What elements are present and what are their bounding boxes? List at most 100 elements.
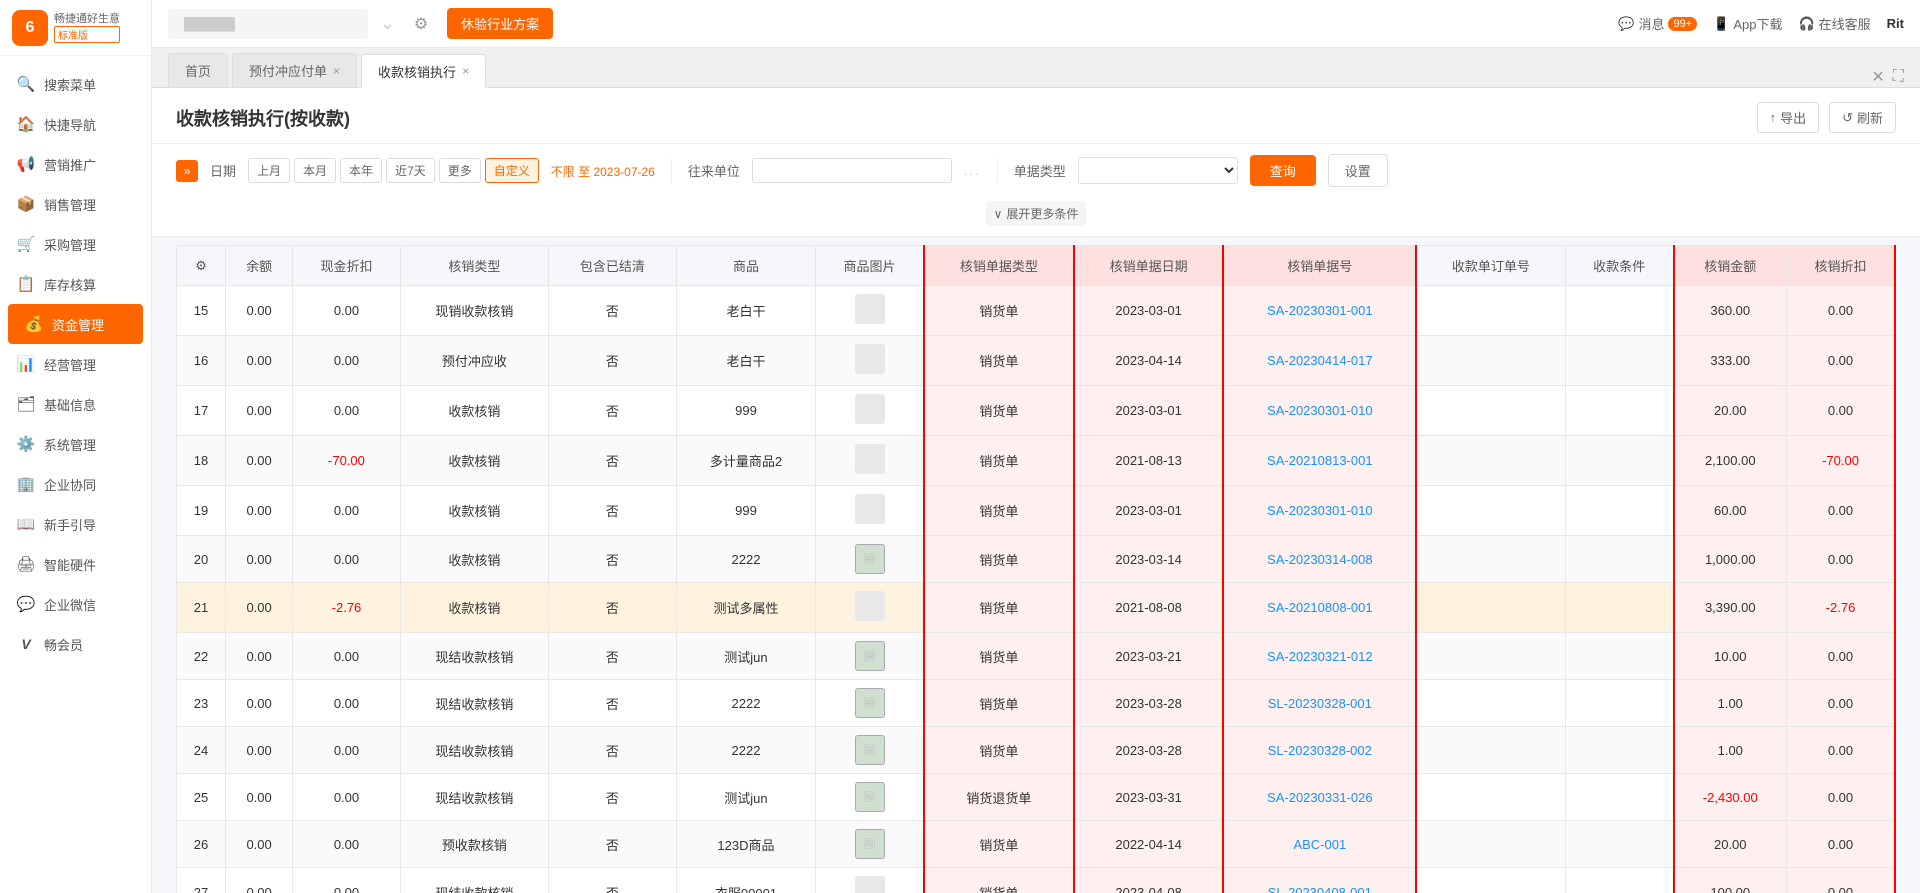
sidebar-item-search[interactable]: 🔍 搜索菜单 xyxy=(0,64,151,104)
close-all-button[interactable]: ✕ xyxy=(1871,67,1884,87)
cell-bill-no[interactable]: SA-20230331-026 xyxy=(1223,774,1416,821)
cell-bill-no[interactable]: SL-20230408-001 xyxy=(1223,868,1416,893)
sidebar-item-system[interactable]: ⚙️ 系统管理 xyxy=(0,424,151,464)
cell-bill-no[interactable]: SA-20210813-001 xyxy=(1223,436,1416,486)
date-btn-this-year[interactable]: 本年 xyxy=(340,158,382,183)
cell-receipt-order-no xyxy=(1416,868,1565,893)
notification-label: 消息 xyxy=(1638,14,1664,33)
table-header-row: ⚙ 余额 现金折扣 核销类型 包含已结清 商品 商品图片 核销单据类型 核销单据… xyxy=(177,246,1896,286)
sidebar-item-marketing[interactable]: 📢 营销推广 xyxy=(0,144,151,184)
cell-bill-no[interactable]: SL-20230328-001 xyxy=(1223,680,1416,727)
bill-no-link[interactable]: SA-20230301-010 xyxy=(1267,403,1373,418)
tab-collection-close[interactable]: × xyxy=(462,64,469,78)
cell-receipt-order-no xyxy=(1416,386,1565,436)
cell-receipt-condition xyxy=(1565,727,1673,774)
table-container[interactable]: ⚙ 余额 现金折扣 核销类型 包含已结清 商品 商品图片 核销单据类型 核销单据… xyxy=(152,245,1920,893)
sidebar-item-beginner[interactable]: 📖 新手引导 xyxy=(0,504,151,544)
cell-bill-no[interactable]: SA-20230321-012 xyxy=(1223,633,1416,680)
cell-bill-no[interactable]: SA-20230301-010 xyxy=(1223,386,1416,436)
dropdown-arrow[interactable]: ⌄ xyxy=(380,13,395,34)
sidebar-item-vip[interactable]: V 畅会员 xyxy=(0,624,151,664)
bill-no-link[interactable]: SA-20230314-008 xyxy=(1267,552,1373,567)
cell-verify-type: 现销收款核销 xyxy=(400,286,548,336)
cell-bill-date: 2023-03-01 xyxy=(1074,486,1224,536)
cell-cash-discount: 0.00 xyxy=(293,486,401,536)
bill-no-link[interactable]: SA-20230301-010 xyxy=(1267,503,1373,518)
sidebar-item-quick-nav[interactable]: 🏠 快捷导航 xyxy=(0,104,151,144)
export-icon: ↑ xyxy=(1770,110,1777,125)
tab-prepay-close[interactable]: × xyxy=(333,64,340,78)
date-btn-more[interactable]: 更多 xyxy=(439,158,481,183)
refresh-button[interactable]: ↺ 刷新 xyxy=(1829,102,1896,133)
bill-no-link[interactable]: SL-20230328-001 xyxy=(1268,696,1372,711)
bill-no-link[interactable]: SA-20230414-017 xyxy=(1267,353,1373,368)
gear-button[interactable]: ⚙ xyxy=(407,10,435,38)
tab-prepay[interactable]: 预付冲应付单 × xyxy=(232,53,357,87)
partner-input[interactable] xyxy=(752,158,952,183)
cell-num: 20 xyxy=(177,536,226,583)
cell-verify-amount: 100.00 xyxy=(1674,868,1787,893)
sidebar-item-purchase[interactable]: 🛒 采购管理 xyxy=(0,224,151,264)
user-name[interactable]: Rit xyxy=(1887,16,1904,31)
column-settings-icon[interactable]: ⚙ xyxy=(195,258,207,273)
bill-no-link[interactable]: SA-20210813-001 xyxy=(1267,453,1373,468)
date-btn-last-month[interactable]: 上月 xyxy=(248,158,290,183)
sidebar-item-enterprise[interactable]: 🏢 企业协同 xyxy=(0,464,151,504)
cell-bill-date: 2022-04-14 xyxy=(1074,821,1224,868)
filter-divider-1 xyxy=(671,159,672,183)
sidebar-item-wechat-work[interactable]: 💬 企业微信 xyxy=(0,584,151,624)
industry-solution-button[interactable]: 休验行业方案 xyxy=(447,8,553,39)
bill-no-link[interactable]: SA-20230321-012 xyxy=(1267,649,1373,664)
cell-receipt-condition xyxy=(1565,286,1673,336)
sidebar-item-sales[interactable]: 📦 销售管理 xyxy=(0,184,151,224)
th-settings[interactable]: ⚙ xyxy=(177,246,226,286)
date-btn-custom[interactable]: 自定义 xyxy=(485,158,539,183)
export-button[interactable]: ↑ 导出 xyxy=(1757,102,1820,133)
sidebar-item-basic-info[interactable]: 🗂 基础信息 xyxy=(0,384,151,424)
app-download-area[interactable]: 📱 App下载 xyxy=(1713,14,1782,33)
cell-bill-no[interactable]: SA-20210808-001 xyxy=(1223,583,1416,633)
cell-bill-no[interactable]: SA-20230301-001 xyxy=(1223,286,1416,336)
cell-balance: 0.00 xyxy=(226,633,293,680)
table-row: 23 0.00 0.00 现结收款核销 否 2222 🖼 销货单 2023-03… xyxy=(177,680,1896,727)
bill-no-link[interactable]: SL-20230408-001 xyxy=(1268,885,1372,893)
sidebar-item-inventory[interactable]: 📋 库存核算 xyxy=(0,264,151,304)
cell-cash-discount: 0.00 xyxy=(293,536,401,583)
sidebar-item-finance[interactable]: 💰 资金管理 xyxy=(8,304,143,344)
filter-toggle-button[interactable]: » xyxy=(176,160,198,182)
cell-bill-no[interactable]: SA-20230301-010 xyxy=(1223,486,1416,536)
bill-no-link[interactable]: ABC-001 xyxy=(1293,837,1346,852)
cell-balance: 0.00 xyxy=(226,774,293,821)
bill-no-link[interactable]: SA-20210808-001 xyxy=(1267,600,1373,615)
date-btn-7days[interactable]: 近7天 xyxy=(386,158,435,183)
page-content: 收款核销执行(按收款) ↑ 导出 ↺ 刷新 » 日期 上月 xyxy=(152,88,1920,893)
query-button[interactable]: 查询 xyxy=(1250,155,1316,186)
setting-button[interactable]: 设置 xyxy=(1328,154,1388,187)
bill-no-link[interactable]: SA-20230301-001 xyxy=(1267,303,1373,318)
sidebar-item-operations[interactable]: 📊 经营管理 xyxy=(0,344,151,384)
expand-more-button[interactable]: ∨ 展开更多条件 xyxy=(986,201,1087,226)
cell-bill-no[interactable]: SA-20230414-017 xyxy=(1223,336,1416,386)
cell-product-img xyxy=(816,486,924,536)
sidebar-item-smart-hw[interactable]: 🖨 智能硬件 xyxy=(0,544,151,584)
cell-verify-type: 预付冲应收 xyxy=(400,336,548,386)
cell-product-img: 🖼 xyxy=(816,536,924,583)
bill-no-link[interactable]: SL-20230328-002 xyxy=(1268,743,1372,758)
online-support-area[interactable]: 🎧 在线客服 xyxy=(1798,14,1870,33)
tab-home[interactable]: 首页 xyxy=(168,53,228,87)
cell-bill-no[interactable]: ABC-001 xyxy=(1223,821,1416,868)
cell-bill-no[interactable]: SA-20230314-008 xyxy=(1223,536,1416,583)
date-btn-this-month[interactable]: 本月 xyxy=(294,158,336,183)
tab-collection[interactable]: 收款核销执行 × xyxy=(361,54,486,88)
table-row: 27 0.00 0.00 现结收款核销 否 衣服00001 销货单 2023-0… xyxy=(177,868,1896,893)
cell-bill-date: 2021-08-13 xyxy=(1074,436,1224,486)
cell-bill-no[interactable]: SL-20230328-002 xyxy=(1223,727,1416,774)
bill-type-select[interactable] xyxy=(1078,157,1238,184)
expand-tabs-button[interactable]: ⛶ xyxy=(1893,68,1904,86)
cell-num: 17 xyxy=(177,386,226,436)
notification-area[interactable]: 💬 消息 99+ xyxy=(1618,14,1697,33)
bill-no-link[interactable]: SA-20230331-026 xyxy=(1267,790,1373,805)
cell-cash-discount: 0.00 xyxy=(293,821,401,868)
cell-verify-amount: 1.00 xyxy=(1674,680,1787,727)
page-title: 收款核销执行(按收款) xyxy=(176,105,350,131)
